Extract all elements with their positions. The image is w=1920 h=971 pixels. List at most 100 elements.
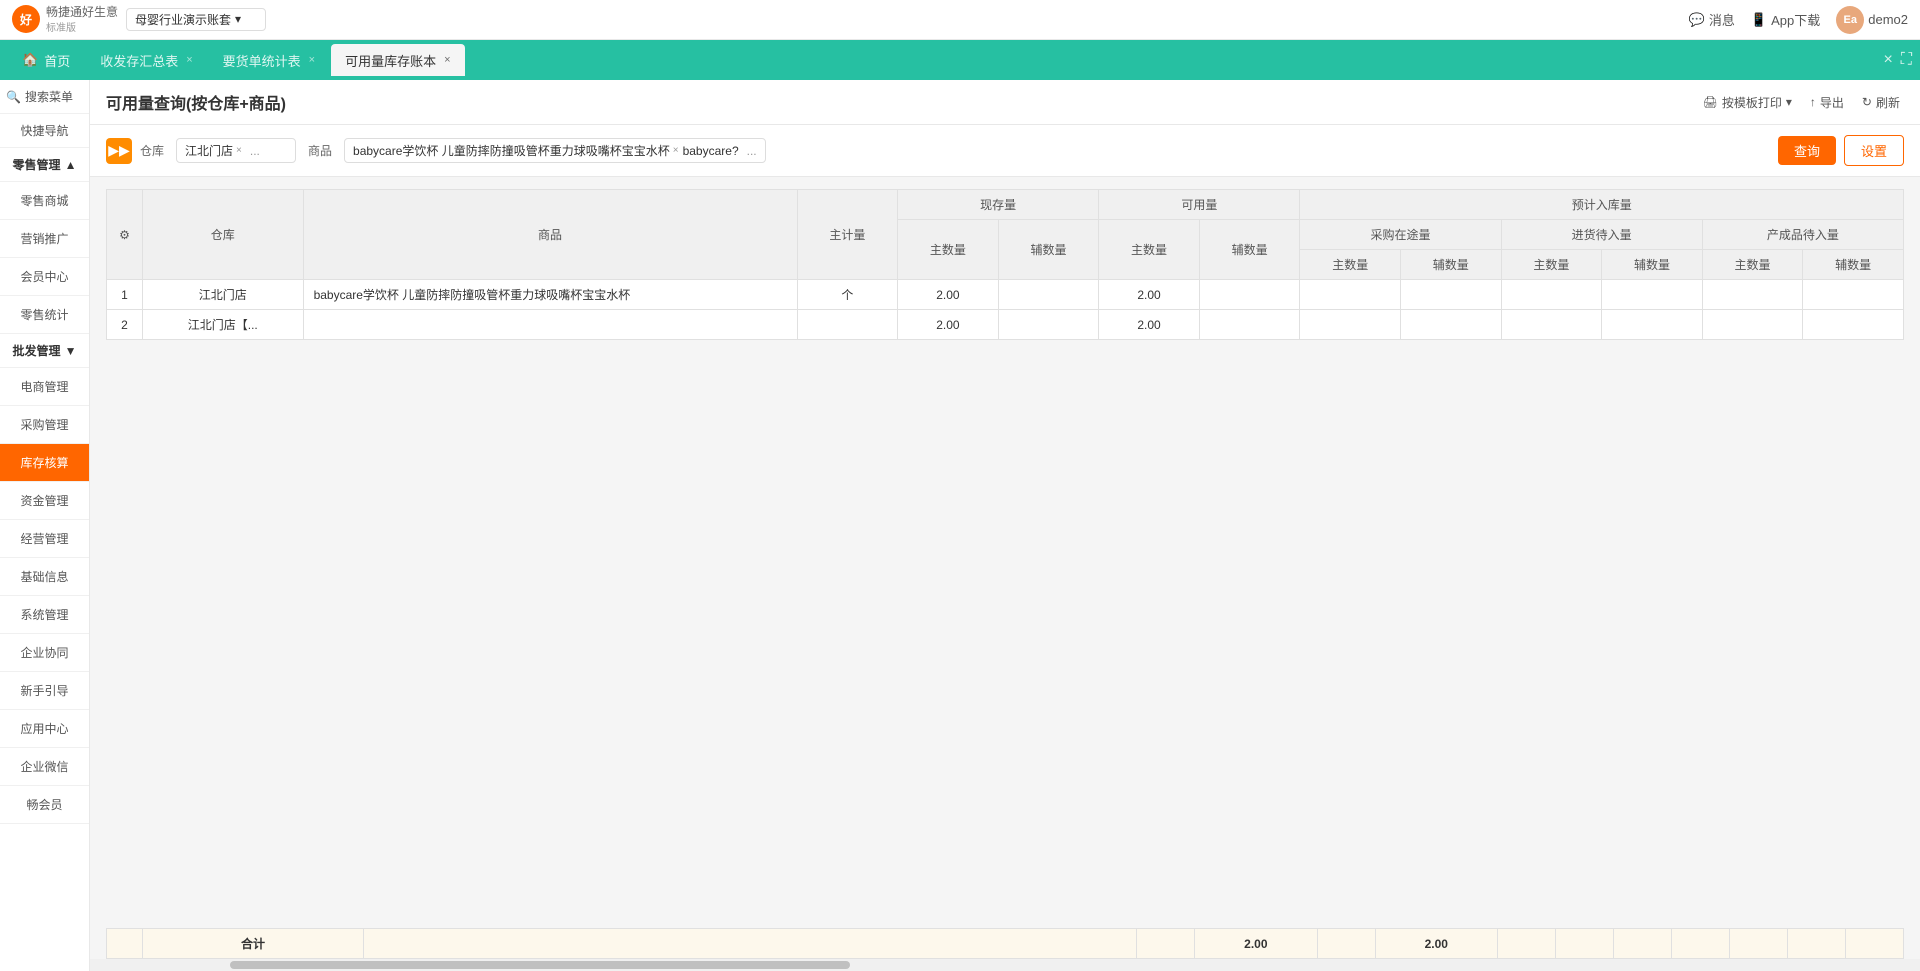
tab-order-close[interactable]: ×	[309, 54, 315, 66]
tenant-select[interactable]: 母婴行业演示账套 ▾	[126, 8, 266, 31]
search-icon: 🔍	[6, 90, 21, 104]
logo-sub: 标准版	[46, 19, 118, 34]
sidebar-item-wholesale-mgmt-label: 批发管理	[13, 342, 61, 359]
warehouse-tag-close[interactable]: ×	[236, 145, 242, 156]
th-incoming-aux: 辅数量	[1602, 250, 1703, 280]
sidebar-item-member2-label: 畅会员	[26, 796, 62, 813]
tab-receive-close[interactable]: ×	[186, 54, 192, 66]
sidebar-item-inventory[interactable]: 库存核算	[0, 444, 89, 482]
sidebar-item-wechat[interactable]: 企业微信	[0, 748, 89, 786]
sidebar-item-apps[interactable]: 应用中心	[0, 710, 89, 748]
print-label: 按模板打印	[1722, 94, 1782, 111]
row2-avail-main: 2.00	[1099, 310, 1200, 340]
app-download-btn[interactable]: 📱 App下载	[1751, 10, 1820, 29]
sidebar-item-finance[interactable]: 资金管理	[0, 482, 89, 520]
scroll-thumb[interactable]	[230, 961, 850, 969]
row2-prod-main	[1702, 310, 1803, 340]
row2-warehouse: 江北门店【...	[143, 310, 304, 340]
footer-avail-main: 2.00	[1375, 929, 1497, 959]
sidebar-item-system-label: 系统管理	[20, 606, 68, 623]
printer-icon: 🖨	[1703, 95, 1718, 109]
warehouse-filter-label: 仓库	[140, 142, 164, 159]
sidebar-item-retail-mall[interactable]: 零售商城	[0, 182, 89, 220]
tab-available[interactable]: 可用量库存账本 ×	[331, 44, 464, 76]
tenant-label: 母婴行业演示账套	[135, 11, 231, 28]
sidebar-item-marketing[interactable]: 营销推广	[0, 220, 89, 258]
footer-p5	[1787, 929, 1845, 959]
th-avail-main: 主数量	[1099, 220, 1200, 280]
sidebar-item-newbie[interactable]: 新手引导	[0, 672, 89, 710]
row1-prod-aux	[1803, 280, 1904, 310]
tab-available-close[interactable]: ×	[444, 54, 450, 66]
footer-p1	[1556, 929, 1614, 959]
row1-product: babycare学饮杯 儿童防摔防撞吸管杯重力球吸嘴杯宝宝水杯	[303, 280, 797, 310]
avatar: Ea	[1836, 6, 1864, 34]
sidebar-item-purchase-label: 采购管理	[20, 416, 68, 433]
product-tag1-close[interactable]: ×	[673, 145, 679, 156]
sidebar-item-basic[interactable]: 基础信息	[0, 558, 89, 596]
sidebar-item-purchase[interactable]: 采购管理	[0, 406, 89, 444]
tab-order[interactable]: 要货单统计表 ×	[209, 44, 329, 76]
product-tag2-text: babycare?	[683, 144, 739, 158]
product-filter-label: 商品	[308, 142, 332, 159]
footer-p2	[1614, 929, 1672, 959]
sidebar-item-ecommerce[interactable]: 电商管理	[0, 368, 89, 406]
row1-avail-aux	[1199, 280, 1300, 310]
sidebar-item-member-label: 会员中心	[20, 268, 68, 285]
product-more[interactable]: ...	[747, 144, 757, 158]
warehouse-filter-input[interactable]: 江北门店 × ...	[176, 138, 296, 163]
sidebar-item-operations[interactable]: 经营管理	[0, 520, 89, 558]
close-all-icon[interactable]: ×	[1883, 51, 1892, 69]
sidebar-item-retail-stats-label: 零售统计	[20, 306, 68, 323]
sidebar-search[interactable]: 🔍 搜索菜单	[0, 80, 89, 114]
app-icon: 📱	[1751, 12, 1767, 28]
tab-home[interactable]: 🏠 首页	[8, 44, 84, 76]
sidebar-item-finance-label: 资金管理	[20, 492, 68, 509]
message-btn[interactable]: 💬 消息	[1689, 10, 1735, 29]
sidebar-item-retail-stats[interactable]: 零售统计	[0, 296, 89, 334]
footer-p6	[1845, 929, 1903, 959]
th-warehouse: 仓库	[143, 190, 304, 280]
query-button[interactable]: 查询	[1778, 136, 1836, 165]
sidebar-item-wholesale-mgmt[interactable]: 批发管理 ▼	[0, 334, 89, 368]
sidebar-item-member[interactable]: 会员中心	[0, 258, 89, 296]
sidebar-item-system[interactable]: 系统管理	[0, 596, 89, 634]
th-settings[interactable]: ⚙	[107, 190, 143, 280]
expand-icon[interactable]: ⛶	[1901, 51, 1912, 69]
quick-nav-label: 快捷导航	[20, 124, 68, 138]
warehouse-more[interactable]: ...	[250, 144, 260, 158]
sidebar-item-enterprise[interactable]: 企业协同	[0, 634, 89, 672]
page-header: 可用量查询(按仓库+商品) 🖨 按模板打印 ▾ ↑ 导出 ↻ 刷新	[90, 80, 1920, 125]
logo-area: 好 畅捷通好生意 标准版	[12, 5, 118, 34]
sidebar-item-member2[interactable]: 畅会员	[0, 786, 89, 824]
message-icon: 💬	[1689, 12, 1705, 28]
tenant-dropdown-icon: ▾	[235, 12, 241, 26]
filter-toggle[interactable]: ▶▶	[106, 138, 132, 164]
tab-receive[interactable]: 收发存汇总表 ×	[86, 44, 206, 76]
sidebar-item-operations-label: 经营管理	[20, 530, 68, 547]
search-label: 搜索菜单	[25, 88, 73, 105]
user-menu-btn[interactable]: Ea demo2	[1836, 6, 1908, 34]
refresh-label: 刷新	[1876, 94, 1900, 111]
sidebar: 🔍 搜索菜单 快捷导航 零售管理 ▲ 零售商城 营销推广 会员中心 零售统计 批…	[0, 80, 90, 971]
row1-avail-main: 2.00	[1099, 280, 1200, 310]
th-unit: 主计量	[797, 190, 898, 280]
refresh-btn[interactable]: ↻ 刷新	[1858, 92, 1904, 113]
product-filter-input[interactable]: babycare学饮杯 儿童防摔防撞吸管杯重力球吸嘴杯宝宝水杯 × babyca…	[344, 138, 766, 163]
print-btn[interactable]: 🖨 按模板打印 ▾	[1699, 92, 1796, 113]
top-bar-right: 💬 消息 📱 App下载 Ea demo2	[1689, 6, 1908, 34]
export-icon: ↑	[1810, 95, 1816, 109]
settings-button[interactable]: 设置	[1844, 135, 1904, 166]
footer-stock-main: 2.00	[1195, 929, 1317, 959]
sidebar-item-wechat-label: 企业微信	[20, 758, 68, 775]
sidebar-item-retail-mgmt[interactable]: 零售管理 ▲	[0, 148, 89, 182]
table-area: ⚙ 仓库 商品 主计量 现存量 可用量 预计入库量 主数量 辅数量 主数量 辅数…	[90, 177, 1920, 928]
th-purchase-main: 主数量	[1300, 250, 1401, 280]
row2-purchase-main	[1300, 310, 1401, 340]
export-btn[interactable]: ↑ 导出	[1806, 92, 1848, 113]
warehouse-tag: 江北门店 ×	[185, 142, 242, 159]
sidebar-quick-nav[interactable]: 快捷导航	[0, 114, 89, 148]
sidebar-item-retail-mall-label: 零售商城	[20, 192, 68, 209]
bottom-scrollbar[interactable]	[90, 959, 1920, 971]
filter-actions: 查询 设置	[1778, 135, 1904, 166]
